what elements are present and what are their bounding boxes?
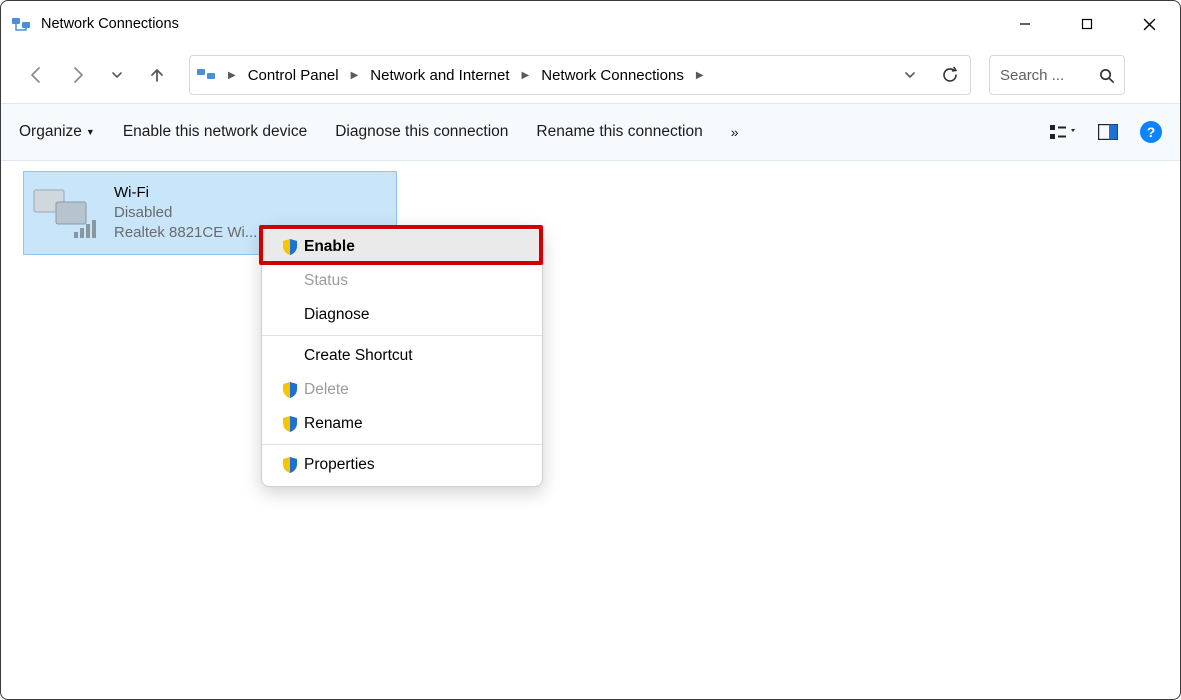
chevron-right-icon[interactable]: ▶ [690, 70, 710, 81]
breadcrumb-network-internet[interactable]: Network and Internet [364, 56, 515, 94]
ctx-create-shortcut[interactable]: Create Shortcut [262, 339, 542, 373]
diagnose-button[interactable]: Diagnose this connection [335, 123, 508, 141]
rename-button[interactable]: Rename this connection [536, 123, 702, 141]
ctx-status: Status [262, 264, 542, 298]
chevron-right-icon[interactable]: ▶ [222, 70, 242, 81]
preview-pane-button[interactable] [1098, 124, 1118, 140]
search-placeholder: Search ... [1000, 67, 1064, 84]
breadcrumb-control-panel[interactable]: Control Panel [242, 56, 345, 94]
chevron-down-icon: ▼ [86, 127, 95, 137]
network-connections-icon [11, 14, 31, 34]
address-bar[interactable]: ▶ Control Panel ▶ Network and Internet ▶… [189, 55, 971, 95]
breadcrumb-network-connections[interactable]: Network Connections [535, 56, 690, 94]
ctx-properties[interactable]: Properties [262, 448, 542, 482]
ctx-rename-label: Rename [304, 415, 363, 433]
organize-button[interactable]: Organize ▼ [19, 123, 95, 141]
up-button[interactable] [139, 57, 175, 93]
navigation-row: ▶ Control Panel ▶ Network and Internet ▶… [1, 47, 1180, 103]
forward-button[interactable] [59, 57, 95, 93]
connection-device: Realtek 8821CE Wi... [114, 223, 257, 243]
ctx-delete-label: Delete [304, 381, 349, 399]
shield-icon [276, 456, 304, 474]
ctx-diagnose-label: Diagnose [304, 306, 370, 324]
help-button[interactable]: ? [1140, 121, 1162, 143]
address-history-button[interactable] [890, 57, 930, 93]
annotation-highlight [259, 225, 543, 265]
connection-text: Wi-Fi Disabled Realtek 8821CE Wi... [114, 183, 257, 244]
shield-icon [276, 415, 304, 433]
ctx-rename[interactable]: Rename [262, 407, 542, 441]
recent-locations-button[interactable] [99, 57, 135, 93]
search-icon [1099, 68, 1114, 83]
enable-device-button[interactable]: Enable this network device [123, 123, 307, 141]
search-input[interactable]: Search ... [989, 55, 1125, 95]
organize-label: Organize [19, 123, 82, 141]
ctx-divider [262, 444, 542, 445]
address-icon [190, 66, 222, 84]
connection-name: Wi-Fi [114, 183, 257, 203]
view-options-button[interactable] [1050, 123, 1076, 141]
toolbar-overflow-button[interactable]: » [731, 124, 739, 140]
ctx-shortcut-label: Create Shortcut [304, 347, 413, 365]
window: Network Connections [0, 0, 1181, 700]
back-button[interactable] [19, 57, 55, 93]
connection-status: Disabled [114, 203, 257, 223]
ctx-delete: Delete [262, 373, 542, 407]
chevron-right-icon[interactable]: ▶ [345, 70, 365, 81]
shield-icon [276, 381, 304, 399]
ctx-properties-label: Properties [304, 456, 375, 474]
refresh-button[interactable] [930, 57, 970, 93]
window-controls [994, 1, 1180, 47]
ctx-status-label: Status [304, 272, 348, 290]
close-button[interactable] [1118, 1, 1180, 47]
network-adapter-icon [30, 184, 102, 242]
window-title: Network Connections [41, 16, 179, 32]
ctx-diagnose[interactable]: Diagnose [262, 298, 542, 332]
minimize-button[interactable] [994, 1, 1056, 47]
ctx-divider [262, 335, 542, 336]
chevron-right-icon[interactable]: ▶ [516, 70, 536, 81]
content-area: Wi-Fi Disabled Realtek 8821CE Wi... [1, 161, 1180, 255]
command-toolbar: Organize ▼ Enable this network device Di… [1, 103, 1180, 161]
maximize-button[interactable] [1056, 1, 1118, 47]
